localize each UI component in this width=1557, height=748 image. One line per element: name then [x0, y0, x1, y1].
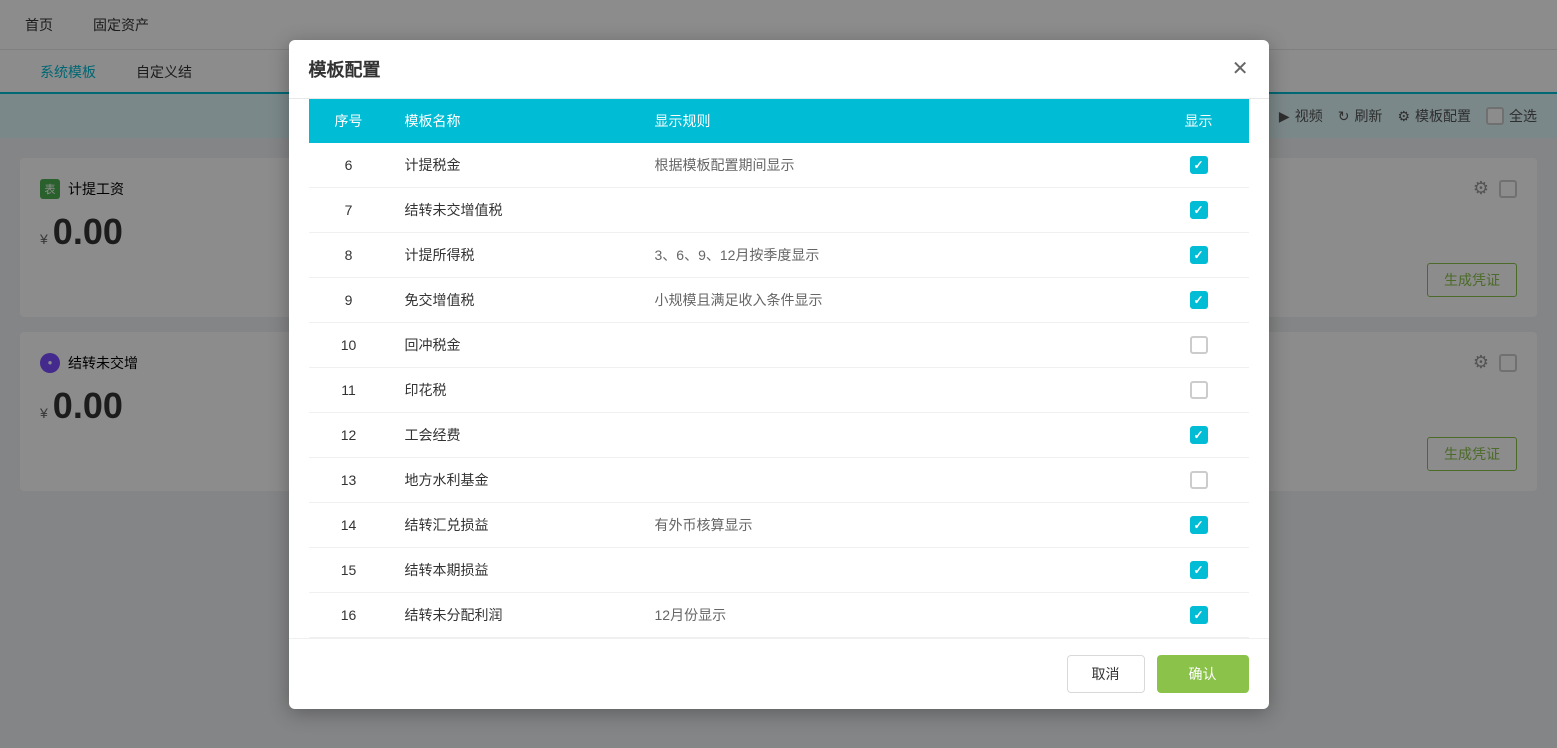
dialog-close-button[interactable]: ✕ — [1232, 59, 1249, 79]
table-body: 6计提税金根据模板配置期间显示7结转未交增值税8计提所得税3、6、9、12月按季… — [309, 143, 1249, 638]
cell-rule — [639, 367, 1149, 412]
col-rule: 显示规则 — [639, 99, 1149, 143]
cell-show — [1149, 277, 1249, 322]
col-name: 模板名称 — [389, 99, 639, 143]
cell-show — [1149, 547, 1249, 592]
cell-name: 印花税 — [389, 367, 639, 412]
cell-show — [1149, 143, 1249, 188]
cell-seq: 8 — [309, 232, 389, 277]
cancel-button[interactable]: 取消 — [1067, 655, 1145, 693]
cell-rule: 小规模且满足收入条件显示 — [639, 277, 1149, 322]
row-9-checkbox[interactable] — [1190, 291, 1208, 309]
cell-rule — [639, 187, 1149, 232]
cell-name: 结转未分配利润 — [389, 592, 639, 637]
cell-show — [1149, 457, 1249, 502]
confirm-button[interactable]: 确认 — [1157, 655, 1249, 693]
cell-rule: 有外币核算显示 — [639, 502, 1149, 547]
cell-seq: 10 — [309, 322, 389, 367]
cell-seq: 9 — [309, 277, 389, 322]
row-7-checkbox[interactable] — [1190, 201, 1208, 219]
table-row: 6计提税金根据模板配置期间显示 — [309, 143, 1249, 188]
cell-name: 回冲税金 — [389, 322, 639, 367]
cell-show — [1149, 592, 1249, 637]
row-6-checkbox[interactable] — [1190, 156, 1208, 174]
cell-show — [1149, 502, 1249, 547]
config-table: 序号 模板名称 显示规则 显示 6计提税金根据模板配置期间显示7结转未交增值税8… — [309, 99, 1249, 638]
cell-name: 计提所得税 — [389, 232, 639, 277]
cell-seq: 13 — [309, 457, 389, 502]
template-config-dialog: 模板配置 ✕ 序号 模板名称 显示规则 显示 6计提税金根据模板配置期间显示7结… — [289, 40, 1269, 709]
cell-seq: 6 — [309, 143, 389, 188]
row-15-checkbox[interactable] — [1190, 561, 1208, 579]
cell-name: 结转本期损益 — [389, 547, 639, 592]
modal-overlay: 模板配置 ✕ 序号 模板名称 显示规则 显示 6计提税金根据模板配置期间显示7结… — [0, 0, 1557, 748]
row-13-checkbox[interactable] — [1190, 471, 1208, 489]
dialog-title: 模板配置 — [309, 56, 381, 82]
table-row: 14结转汇兑损益有外币核算显示 — [309, 502, 1249, 547]
row-11-checkbox[interactable] — [1190, 381, 1208, 399]
row-8-checkbox[interactable] — [1190, 246, 1208, 264]
table-row: 8计提所得税3、6、9、12月按季度显示 — [309, 232, 1249, 277]
table-row: 7结转未交增值税 — [309, 187, 1249, 232]
col-seq: 序号 — [309, 99, 389, 143]
cell-name: 免交增值税 — [389, 277, 639, 322]
cell-rule — [639, 412, 1149, 457]
cell-name: 地方水利基金 — [389, 457, 639, 502]
cell-name: 计提税金 — [389, 143, 639, 188]
cell-seq: 7 — [309, 187, 389, 232]
table-row: 15结转本期损益 — [309, 547, 1249, 592]
dialog-table-wrap: 序号 模板名称 显示规则 显示 6计提税金根据模板配置期间显示7结转未交增值税8… — [289, 99, 1269, 638]
cell-rule — [639, 457, 1149, 502]
row-10-checkbox[interactable] — [1190, 336, 1208, 354]
cell-seq: 14 — [309, 502, 389, 547]
cell-seq: 12 — [309, 412, 389, 457]
col-show: 显示 — [1149, 99, 1249, 143]
table-header-row: 序号 模板名称 显示规则 显示 — [309, 99, 1249, 143]
cell-show — [1149, 187, 1249, 232]
row-14-checkbox[interactable] — [1190, 516, 1208, 534]
table-row: 13地方水利基金 — [309, 457, 1249, 502]
cell-show — [1149, 322, 1249, 367]
cell-seq: 16 — [309, 592, 389, 637]
table-row: 9免交增值税小规模且满足收入条件显示 — [309, 277, 1249, 322]
dialog-footer: 取消 确认 — [289, 638, 1269, 709]
cell-rule — [639, 322, 1149, 367]
cell-rule: 12月份显示 — [639, 592, 1149, 637]
cell-show — [1149, 412, 1249, 457]
cell-rule: 3、6、9、12月按季度显示 — [639, 232, 1149, 277]
dialog-header: 模板配置 ✕ — [289, 40, 1269, 99]
row-16-checkbox[interactable] — [1190, 606, 1208, 624]
cell-name: 结转未交增值税 — [389, 187, 639, 232]
cell-seq: 15 — [309, 547, 389, 592]
table-row: 10回冲税金 — [309, 322, 1249, 367]
cell-rule — [639, 547, 1149, 592]
cell-rule: 根据模板配置期间显示 — [639, 143, 1149, 188]
table-row: 11印花税 — [309, 367, 1249, 412]
row-12-checkbox[interactable] — [1190, 426, 1208, 444]
cell-show — [1149, 367, 1249, 412]
cell-name: 工会经费 — [389, 412, 639, 457]
table-row: 16结转未分配利润12月份显示 — [309, 592, 1249, 637]
table-row: 12工会经费 — [309, 412, 1249, 457]
cell-show — [1149, 232, 1249, 277]
cell-seq: 11 — [309, 367, 389, 412]
cell-name: 结转汇兑损益 — [389, 502, 639, 547]
